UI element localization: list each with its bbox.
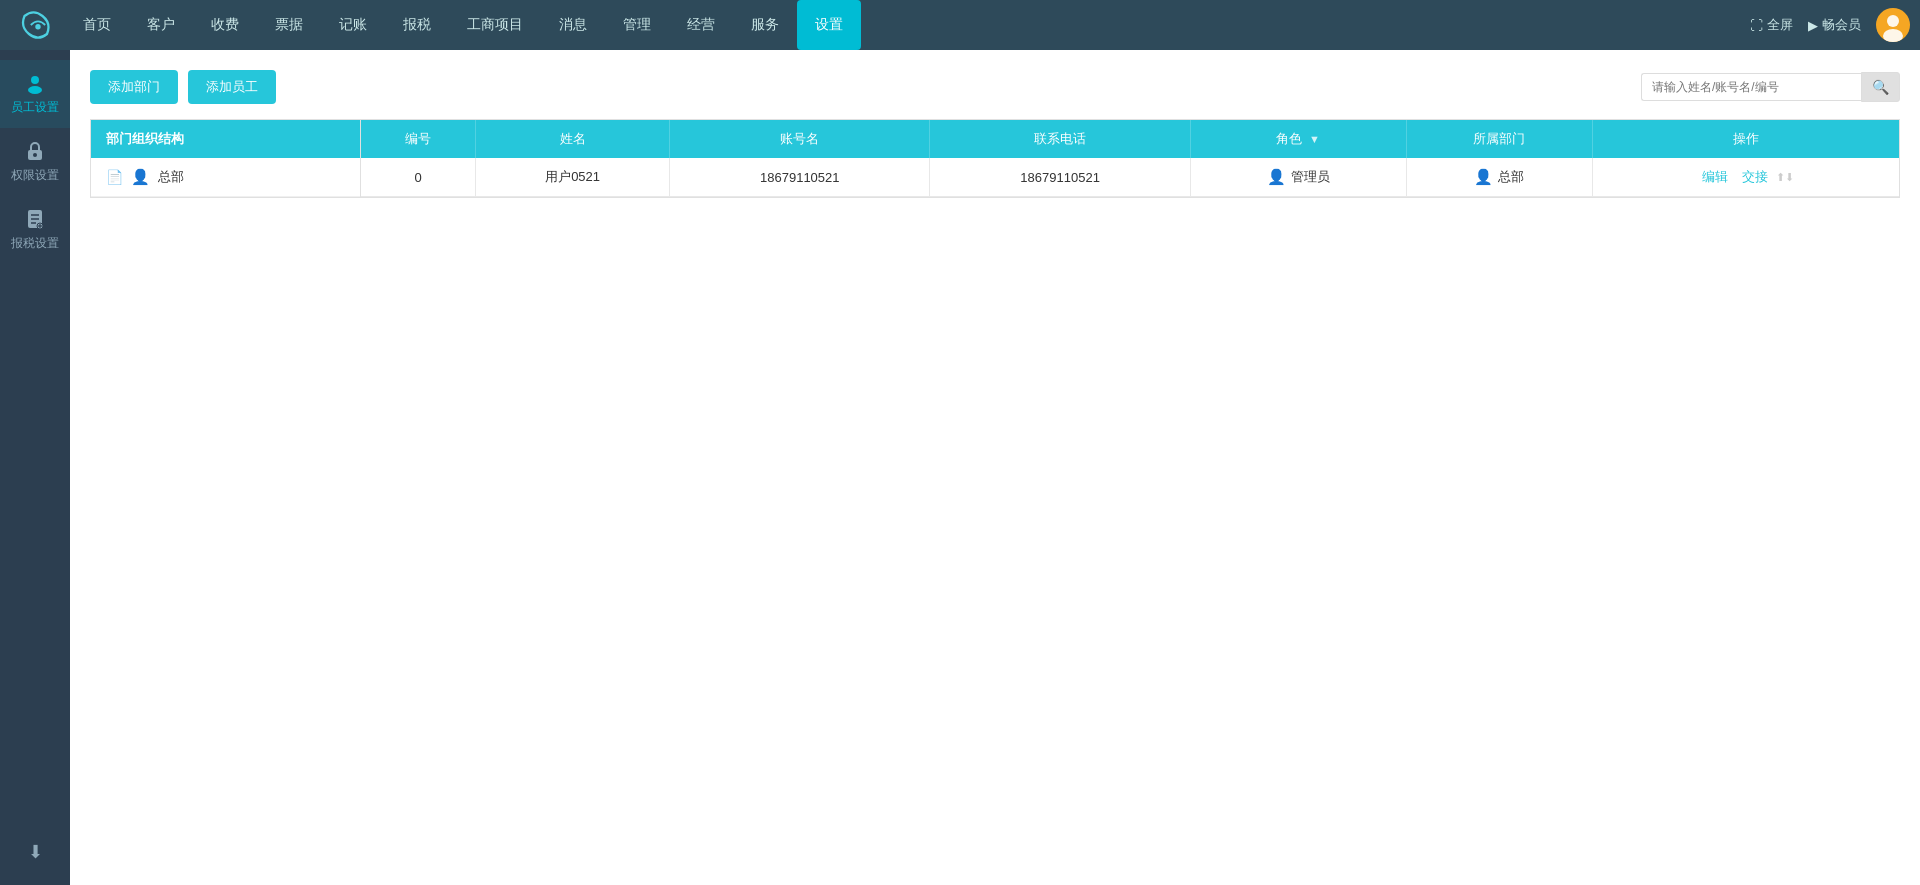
col-id: 编号 xyxy=(361,120,476,158)
employee-icon xyxy=(24,72,46,94)
col-action: 操作 xyxy=(1592,120,1899,158)
dept-tree-header: 部门组织结构 xyxy=(91,120,360,158)
content-area: 添加部门 添加员工 🔍 部门组织结构 📄 👤 总部 xyxy=(70,50,1920,885)
col-phone: 联系电话 xyxy=(930,120,1190,158)
role-label: 管理员 xyxy=(1291,168,1330,186)
cell-name: 用户0521 xyxy=(476,158,670,197)
cell-account: 18679110521 xyxy=(670,158,930,197)
nav-tax[interactable]: 报税 xyxy=(385,0,449,50)
edit-link[interactable]: 编辑 xyxy=(1702,169,1728,184)
nav-settings[interactable]: 设置 xyxy=(797,0,861,50)
nav-accounting[interactable]: 记账 xyxy=(321,0,385,50)
svg-point-0 xyxy=(35,24,40,29)
lock-icon xyxy=(24,140,46,162)
nav-business[interactable]: 工商项目 xyxy=(449,0,541,50)
sidebar-tax-settings-label: 报税设置 xyxy=(11,235,59,252)
tax-settings-icon xyxy=(24,208,46,230)
nav-message[interactable]: 消息 xyxy=(541,0,605,50)
table-row: 0 用户0521 18679110521 18679110521 👤 管理员 xyxy=(361,158,1899,197)
app-logo xyxy=(10,0,65,50)
top-navigation: 首页 客户 收费 票据 记账 报税 工商项目 消息 管理 经营 服务 设置 ⛶ … xyxy=(0,0,1920,50)
tree-user-icon: 👤 xyxy=(131,168,150,186)
filter-icon: ▼ xyxy=(1309,133,1320,145)
cell-id: 0 xyxy=(361,158,476,197)
svg-point-3 xyxy=(31,76,39,84)
employee-table: 编号 姓名 账号名 联系电话 角色 ▼ 所属部门 操作 xyxy=(361,120,1899,197)
fullscreen-button[interactable]: ⛶ 全屏 xyxy=(1750,16,1793,34)
search-box: 🔍 xyxy=(1641,72,1900,102)
svg-point-4 xyxy=(28,86,42,94)
svg-point-1 xyxy=(1887,15,1899,27)
sidebar-employee-label: 员工设置 xyxy=(11,99,59,116)
vip-label: 畅会员 xyxy=(1822,16,1861,34)
add-dept-button[interactable]: 添加部门 xyxy=(90,70,178,104)
scroll-arrows: ⬆⬇ xyxy=(1776,171,1794,183)
nav-invoice[interactable]: 票据 xyxy=(257,0,321,50)
cell-phone: 18679110521 xyxy=(930,158,1190,197)
sidebar-item-employee[interactable]: 员工设置 xyxy=(0,60,70,128)
col-account: 账号名 xyxy=(670,120,930,158)
search-input[interactable] xyxy=(1641,73,1861,101)
svg-point-2 xyxy=(1883,29,1903,42)
add-employee-button[interactable]: 添加员工 xyxy=(188,70,276,104)
fullscreen-icon: ⛶ xyxy=(1750,18,1763,33)
dept-tree-panel: 部门组织结构 📄 👤 总部 xyxy=(91,120,361,197)
doc-icon: 📄 xyxy=(106,169,123,185)
nav-right-actions: ⛶ 全屏 ▶ 畅会员 xyxy=(1750,8,1910,42)
nav-client[interactable]: 客户 xyxy=(129,0,193,50)
nav-billing[interactable]: 收费 xyxy=(193,0,257,50)
sidebar-bottom: ⬇ xyxy=(0,829,70,885)
vip-button[interactable]: ▶ 畅会员 xyxy=(1808,16,1861,34)
table-container: 部门组织结构 📄 👤 总部 编号 姓名 账号名 联系电话 xyxy=(90,119,1900,198)
main-layout: 员工设置 权限设置 xyxy=(0,50,1920,885)
nav-operation[interactable]: 经营 xyxy=(669,0,733,50)
transfer-link[interactable]: 交接 xyxy=(1742,169,1768,184)
search-icon: 🔍 xyxy=(1872,79,1889,95)
role-user-badge: 👤 xyxy=(1267,168,1286,186)
nav-service[interactable]: 服务 xyxy=(733,0,797,50)
search-button[interactable]: 🔍 xyxy=(1861,72,1900,102)
avatar[interactable] xyxy=(1876,8,1910,42)
tree-item-label: 总部 xyxy=(158,168,184,186)
nav-menu: 首页 客户 收费 票据 记账 报税 工商项目 消息 管理 经营 服务 设置 xyxy=(65,0,1750,50)
nav-manage[interactable]: 管理 xyxy=(605,0,669,50)
vip-icon: ▶ xyxy=(1808,18,1818,33)
dept-user-badge: 👤 xyxy=(1474,168,1493,186)
nav-home[interactable]: 首页 xyxy=(65,0,129,50)
sidebar-item-permissions[interactable]: 权限设置 xyxy=(0,128,70,196)
cell-action: 编辑 交接 ⬆⬇ xyxy=(1592,158,1899,197)
download-icon: ⬇ xyxy=(24,841,46,863)
col-role-label: 角色 xyxy=(1276,131,1302,146)
table-header-row: 编号 姓名 账号名 联系电话 角色 ▼ 所属部门 操作 xyxy=(361,120,1899,158)
cell-role: 👤 管理员 xyxy=(1190,158,1406,197)
toolbar: 添加部门 添加员工 🔍 xyxy=(90,70,1900,104)
sidebar-download[interactable]: ⬇ xyxy=(0,829,70,875)
employee-table-panel: 编号 姓名 账号名 联系电话 角色 ▼ 所属部门 操作 xyxy=(361,120,1899,197)
col-role[interactable]: 角色 ▼ xyxy=(1190,120,1406,158)
sidebar: 员工设置 权限设置 xyxy=(0,50,70,885)
col-name: 姓名 xyxy=(476,120,670,158)
sidebar-item-tax-settings[interactable]: 报税设置 xyxy=(0,196,70,264)
sidebar-permissions-label: 权限设置 xyxy=(11,167,59,184)
col-dept: 所属部门 xyxy=(1406,120,1592,158)
tree-item-hq[interactable]: 📄 👤 总部 xyxy=(91,158,360,197)
cell-dept: 👤 总部 xyxy=(1406,158,1592,197)
fullscreen-label: 全屏 xyxy=(1767,16,1793,34)
dept-label: 总部 xyxy=(1498,168,1524,186)
svg-point-6 xyxy=(33,153,37,157)
